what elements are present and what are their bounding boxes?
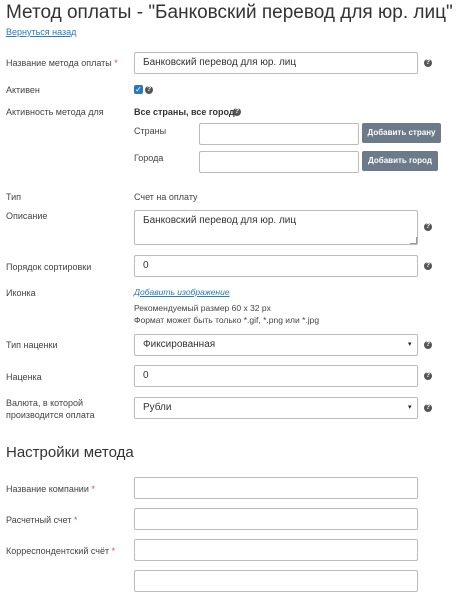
next-field-input[interactable] bbox=[134, 570, 418, 592]
description-label: Описание bbox=[6, 211, 48, 221]
activity-label: Активность метода для bbox=[6, 107, 104, 117]
currency-label: Валюта, в которой производится оплата bbox=[6, 398, 95, 420]
icon-label: Иконка bbox=[6, 288, 36, 298]
active-checkbox[interactable]: ✓ bbox=[134, 85, 143, 94]
help-icon[interactable]: ? bbox=[145, 86, 153, 94]
method-name-input[interactable]: Банковский перевод для юр. лиц bbox=[134, 52, 418, 74]
icon-size-note: Рекомендуемый размер 60 x 32 px bbox=[134, 303, 271, 313]
page-title: Метод оплаты - "Банковский перевод для ю… bbox=[6, 2, 453, 23]
help-icon[interactable]: ? bbox=[424, 262, 432, 270]
method-name-label: Название метода оплаты * bbox=[6, 58, 118, 68]
currency-select[interactable]: Рубли bbox=[134, 397, 418, 419]
chevron-down-icon: ▾ bbox=[408, 404, 412, 411]
markup-type-select[interactable]: Фиксированная bbox=[134, 334, 418, 356]
icon-format-note: Формат может быть только *.gif, *.png ил… bbox=[134, 315, 320, 325]
cities-input[interactable] bbox=[199, 151, 359, 173]
activity-value: Все страны, все города bbox=[134, 107, 240, 117]
help-icon[interactable]: ? bbox=[233, 108, 241, 116]
type-value: Счет на оплату bbox=[134, 192, 198, 202]
corr-account-input[interactable] bbox=[134, 539, 418, 561]
company-label: Название компании * bbox=[6, 484, 95, 494]
company-input[interactable] bbox=[134, 477, 418, 499]
add-city-button[interactable]: Добавить город bbox=[362, 151, 438, 171]
account-input[interactable] bbox=[134, 508, 418, 530]
resize-handle[interactable] bbox=[410, 237, 417, 244]
help-icon[interactable]: ? bbox=[424, 341, 432, 349]
help-icon[interactable]: ? bbox=[424, 59, 432, 67]
description-textarea[interactable]: Банковский перевод для юр. лиц bbox=[134, 210, 418, 245]
settings-title: Настройки метода bbox=[6, 444, 134, 461]
type-label: Тип bbox=[6, 192, 22, 202]
markup-label: Наценка bbox=[6, 372, 42, 382]
markup-type-label: Тип наценки bbox=[6, 340, 58, 350]
cities-label: Города bbox=[134, 153, 164, 163]
sort-input[interactable]: 0 bbox=[134, 255, 418, 277]
help-icon[interactable]: ? bbox=[424, 372, 432, 380]
countries-label: Страны bbox=[134, 126, 167, 136]
chevron-down-icon: ▾ bbox=[408, 341, 412, 348]
active-label: Активен bbox=[6, 85, 40, 95]
markup-input[interactable]: 0 bbox=[134, 365, 418, 387]
back-link[interactable]: Вернуться назад bbox=[6, 27, 76, 37]
countries-input[interactable] bbox=[199, 123, 359, 145]
help-icon[interactable]: ? bbox=[424, 223, 432, 231]
corr-account-label: Корреспондентский счёт * bbox=[6, 546, 116, 556]
sort-label: Порядок сортировки bbox=[6, 262, 92, 272]
add-country-button[interactable]: Добавить страну bbox=[362, 123, 441, 143]
add-image-link[interactable]: Добавить изображение bbox=[134, 287, 230, 297]
account-label: Расчетный счет * bbox=[6, 515, 78, 525]
help-icon[interactable]: ? bbox=[424, 404, 432, 412]
